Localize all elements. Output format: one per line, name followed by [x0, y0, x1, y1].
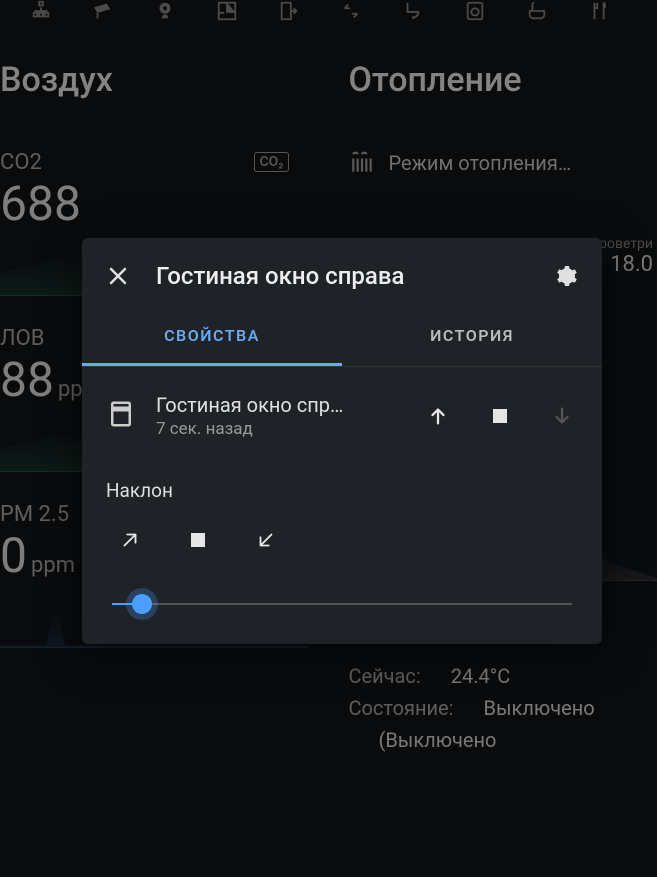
close-icon	[106, 264, 130, 288]
arrow-down-left-icon	[255, 529, 277, 551]
tab-properties[interactable]: СВОЙСТВА	[82, 308, 342, 366]
cover-close-button	[546, 400, 578, 432]
entity-row: Гостиная окно спр… 7 сек. назад	[106, 393, 578, 439]
tab-history[interactable]: ИСТОРИЯ	[342, 308, 602, 366]
gear-icon	[554, 264, 578, 288]
dialog-tabs: СВОЙСТВА ИСТОРИЯ	[82, 308, 602, 367]
close-button[interactable]	[104, 262, 132, 290]
slider-track	[112, 603, 572, 605]
window-icon	[106, 399, 136, 433]
tilt-slider[interactable]	[106, 594, 578, 614]
dialog-title: Гостиная окно справа	[156, 262, 528, 290]
cover-stop-button[interactable]	[484, 400, 516, 432]
arrow-down-icon	[551, 405, 573, 427]
arrow-up-right-icon	[119, 529, 141, 551]
stop-icon	[191, 533, 205, 547]
tilt-label: Наклон	[106, 479, 578, 502]
entity-dialog: Гостиная окно справа СВОЙСТВА ИСТОРИЯ Го…	[82, 238, 602, 644]
cover-open-button[interactable]	[422, 400, 454, 432]
tilt-open-button[interactable]	[116, 526, 144, 554]
tilt-close-button[interactable]	[252, 526, 280, 554]
entity-name: Гостиная окно спр…	[156, 393, 402, 417]
arrow-up-icon	[427, 405, 449, 427]
tilt-stop-button[interactable]	[184, 526, 212, 554]
settings-button[interactable]	[552, 262, 580, 290]
stop-icon	[493, 409, 507, 423]
entity-time: 7 сек. назад	[156, 419, 402, 439]
slider-thumb[interactable]	[132, 594, 152, 614]
